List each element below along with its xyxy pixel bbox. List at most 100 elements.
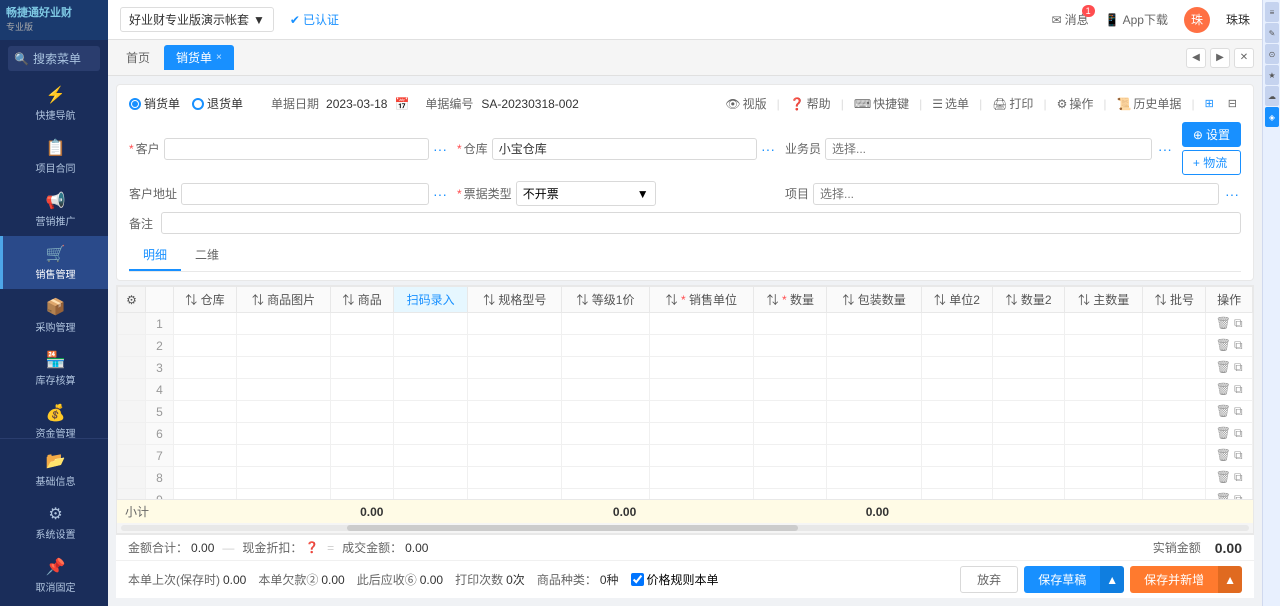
- copy-icon[interactable]: ⧉: [1234, 426, 1243, 441]
- table-cell[interactable]: 1: [146, 313, 174, 335]
- copy-icon[interactable]: ⧉: [1234, 360, 1243, 375]
- table-cell[interactable]: [1064, 445, 1143, 467]
- copy-icon[interactable]: ⧉: [1234, 448, 1243, 463]
- table-cell[interactable]: [1064, 489, 1143, 500]
- delete-icon[interactable]: 🗑: [1216, 492, 1231, 499]
- table-cell[interactable]: [174, 445, 237, 467]
- horizontal-scrollbar[interactable]: [117, 523, 1253, 533]
- table-cell[interactable]: [174, 379, 237, 401]
- table-cell[interactable]: [993, 467, 1065, 489]
- address-extra-icon[interactable]: ···: [431, 186, 449, 202]
- sidebar-item-project[interactable]: 📋 项目合同: [0, 130, 108, 183]
- delete-icon[interactable]: 🗑: [1216, 470, 1231, 485]
- col-unit2[interactable]: ⇅ 单位2: [921, 287, 993, 313]
- price-rule-check[interactable]: [631, 573, 644, 586]
- table-cell[interactable]: [754, 313, 827, 335]
- table-cell[interactable]: 8: [146, 467, 174, 489]
- table-cell[interactable]: [1064, 379, 1143, 401]
- table-cell[interactable]: [236, 379, 330, 401]
- col-pack-qty[interactable]: ⇅ 包装数量: [827, 287, 921, 313]
- table-cell[interactable]: [118, 467, 146, 489]
- table-cell[interactable]: [649, 335, 754, 357]
- table-cell[interactable]: [394, 467, 468, 489]
- table-cell[interactable]: [118, 423, 146, 445]
- table-cell[interactable]: [649, 423, 754, 445]
- table-cell[interactable]: [649, 357, 754, 379]
- sidebar-item-capital[interactable]: 💰 资金管理: [0, 395, 108, 438]
- table-cell[interactable]: [827, 335, 921, 357]
- table-cell[interactable]: [993, 313, 1065, 335]
- table-cell[interactable]: [562, 379, 649, 401]
- table-cell[interactable]: [921, 357, 993, 379]
- table-cell[interactable]: [827, 313, 921, 335]
- table-cell[interactable]: 5: [146, 401, 174, 423]
- right-panel-btn-5[interactable]: ☁: [1265, 86, 1279, 106]
- table-cell[interactable]: [754, 401, 827, 423]
- table-cell[interactable]: [236, 313, 330, 335]
- right-panel-btn-6[interactable]: ◈: [1265, 107, 1279, 127]
- help-button[interactable]: ❓ 帮助: [786, 93, 835, 114]
- warehouse-extra-icon[interactable]: ···: [759, 141, 777, 157]
- table-cell[interactable]: [394, 401, 468, 423]
- col-sale-unit[interactable]: ⇅ * 销售单位: [649, 287, 754, 313]
- table-cell[interactable]: [562, 423, 649, 445]
- table-cell[interactable]: [1143, 423, 1206, 445]
- table-cell[interactable]: [827, 357, 921, 379]
- table-cell[interactable]: [468, 445, 562, 467]
- table-cell[interactable]: [236, 335, 330, 357]
- table-cell[interactable]: [174, 401, 237, 423]
- sidebar-item-settings[interactable]: ⚙ 系统设置: [0, 496, 108, 549]
- table-cell[interactable]: [236, 357, 330, 379]
- setup-button[interactable]: ⊕ 设置: [1182, 122, 1241, 147]
- tab-nav-left[interactable]: ◀: [1186, 48, 1206, 68]
- logistics-button[interactable]: + 物流: [1182, 150, 1241, 175]
- table-cell[interactable]: [754, 423, 827, 445]
- table-cell[interactable]: [754, 445, 827, 467]
- table-cell[interactable]: 4: [146, 379, 174, 401]
- salesman-extra-icon[interactable]: ···: [1156, 141, 1174, 157]
- help-icon2[interactable]: ❓: [305, 541, 319, 554]
- table-cell[interactable]: [827, 445, 921, 467]
- table-cell[interactable]: [562, 357, 649, 379]
- table-cell[interactable]: [236, 489, 330, 500]
- table-cell[interactable]: [562, 335, 649, 357]
- customer-input[interactable]: [164, 138, 429, 160]
- save-new-arrow[interactable]: ▲: [1218, 566, 1242, 593]
- table-cell[interactable]: [174, 313, 237, 335]
- table-cell[interactable]: [118, 357, 146, 379]
- table-cell[interactable]: [331, 379, 394, 401]
- table-cell[interactable]: [236, 467, 330, 489]
- table-cell[interactable]: [331, 401, 394, 423]
- table-cell[interactable]: [118, 379, 146, 401]
- table-cell[interactable]: [827, 489, 921, 500]
- table-cell[interactable]: [1064, 357, 1143, 379]
- col-price1[interactable]: ⇅ 等级1价: [562, 287, 649, 313]
- right-panel-btn-1[interactable]: ≡: [1265, 2, 1279, 22]
- table-cell[interactable]: [562, 489, 649, 500]
- table-cell[interactable]: [649, 489, 754, 500]
- table-cell[interactable]: 9: [146, 489, 174, 500]
- copy-icon[interactable]: ⧉: [1234, 492, 1243, 499]
- sidebar-item-inventory[interactable]: 🏪 库存核算: [0, 342, 108, 395]
- table-cell[interactable]: [1064, 313, 1143, 335]
- table-cell[interactable]: [174, 423, 237, 445]
- save-new-button[interactable]: 保存并新增: [1130, 566, 1218, 593]
- sidebar-item-marketing[interactable]: 📢 营销推广: [0, 183, 108, 236]
- table-cell[interactable]: [1064, 335, 1143, 357]
- table-cell[interactable]: [394, 313, 468, 335]
- table-cell[interactable]: [649, 445, 754, 467]
- abandon-button[interactable]: 放弃: [960, 566, 1018, 593]
- delete-icon[interactable]: 🗑: [1216, 448, 1231, 463]
- list-view-button[interactable]: ⊟: [1224, 95, 1241, 112]
- table-cell[interactable]: [649, 379, 754, 401]
- table-cell[interactable]: [1064, 401, 1143, 423]
- remark-input[interactable]: [161, 212, 1241, 234]
- col-barcode[interactable]: 扫码录入: [394, 287, 468, 313]
- table-cell[interactable]: [1064, 423, 1143, 445]
- table-cell[interactable]: [468, 401, 562, 423]
- table-cell[interactable]: [1143, 401, 1206, 423]
- table-cell[interactable]: [174, 467, 237, 489]
- table-cell[interactable]: [649, 313, 754, 335]
- table-cell[interactable]: [394, 489, 468, 500]
- table-cell[interactable]: [993, 335, 1065, 357]
